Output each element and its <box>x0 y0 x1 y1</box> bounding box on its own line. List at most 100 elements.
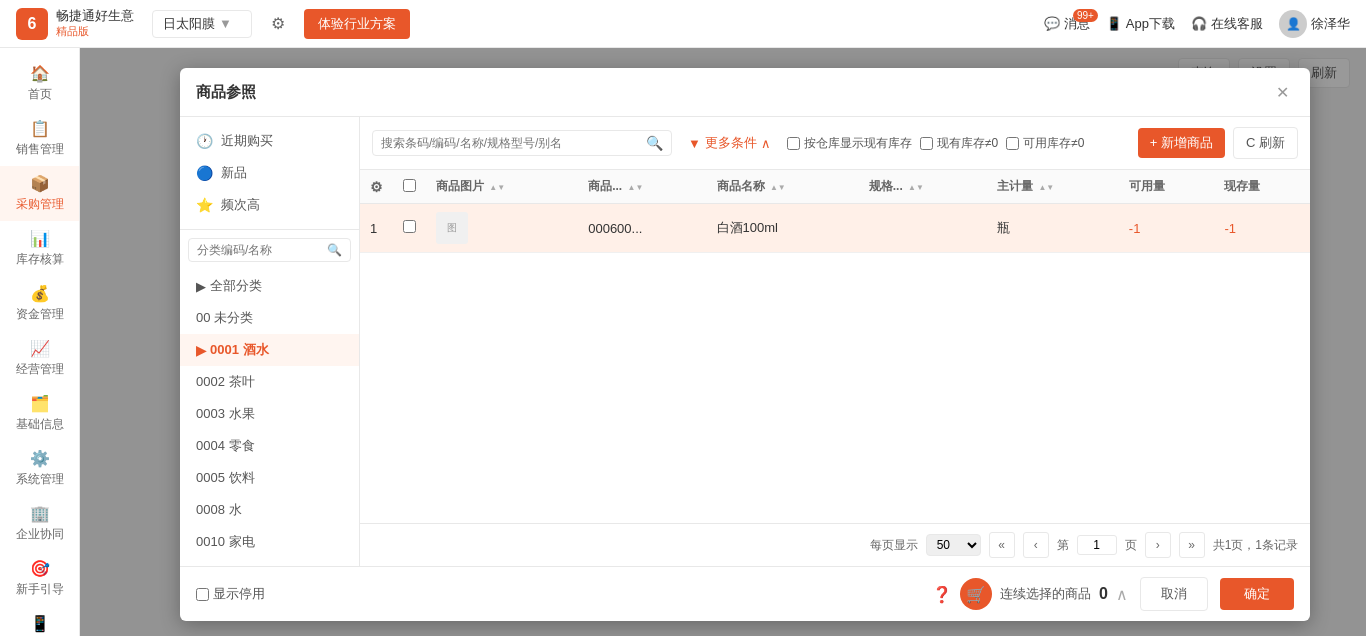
category-0010[interactable]: 0010 家电 <box>180 526 359 558</box>
operations-icon: 📈 <box>30 339 50 358</box>
sidebar-label-sales: 销售管理 <box>16 141 64 158</box>
product-thumbnail: 图 <box>436 212 468 244</box>
confirm-btn[interactable]: 确定 <box>1220 578 1294 610</box>
sidebar-item-guide[interactable]: 🎯 新手引导 <box>0 551 79 606</box>
category-all[interactable]: ▶ 全部分类 <box>180 270 359 302</box>
sidebar-item-appcenter[interactable]: 📱 应用中心 <box>0 606 79 636</box>
help-icon[interactable]: ❓ <box>932 585 952 604</box>
checkbox-available-nonzero[interactable]: 可用库存≠0 <box>1006 135 1084 152</box>
per-page-select[interactable]: 50 100 200 <box>926 534 981 556</box>
sidebar-label-finance: 资金管理 <box>16 306 64 323</box>
main-layout: 🏠 首页 📋 销售管理 📦 采购管理 📊 库存核算 💰 资金管理 📈 经营管理 … <box>0 48 1366 636</box>
page-suffix: 页 <box>1125 537 1137 554</box>
category-0005[interactable]: 0005 饮料 <box>180 462 359 494</box>
category-label: 0005 饮料 <box>196 469 255 487</box>
category-0003[interactable]: 0003 水果 <box>180 398 359 430</box>
category-00[interactable]: 00 未分类 <box>180 302 359 334</box>
category-0002[interactable]: 0002 茶叶 <box>180 366 359 398</box>
checkbox-warehouse[interactable]: 按仓库显示现有库存 <box>787 135 912 152</box>
logo-area: 6 畅捷通好生意 精品版 <box>16 8 136 40</box>
next-page-btn[interactable]: › <box>1145 532 1171 558</box>
store-selector[interactable]: 日太阳膜 ▼ <box>152 10 252 38</box>
inventory-icon: 📊 <box>30 229 50 248</box>
checkbox-available-nonzero-input[interactable] <box>1006 137 1019 150</box>
sidebar-label-purchase: 采购管理 <box>16 196 64 213</box>
modal-close-btn[interactable]: ✕ <box>1270 80 1294 104</box>
refresh-btn[interactable]: C 刷新 <box>1233 127 1298 159</box>
col-stock: 现存量 <box>1214 170 1310 204</box>
settings-icon[interactable]: ⚙ <box>262 8 294 40</box>
search-icon[interactable]: 🔍 <box>646 135 663 151</box>
user-name: 徐泽华 <box>1311 15 1350 33</box>
category-0001[interactable]: ▶ 0001 酒水 <box>180 334 359 366</box>
category-label: 00 未分类 <box>196 309 253 327</box>
sidebar-item-inventory[interactable]: 📊 库存核算 <box>0 221 79 276</box>
sidebar-item-basic[interactable]: 🗂️ 基础信息 <box>0 386 79 441</box>
product-search-input[interactable] <box>381 136 640 150</box>
nav-item-new[interactable]: 🔵 新品 <box>180 157 359 189</box>
checkbox-stock-nonzero-label: 现有库存≠0 <box>937 135 998 152</box>
sidebar-label-inventory: 库存核算 <box>16 251 64 268</box>
checkbox-stock-nonzero-input[interactable] <box>920 137 933 150</box>
show-disabled-checkbox[interactable]: 显示停用 <box>196 585 265 603</box>
settings-col-icon[interactable]: ⚙ <box>370 179 383 195</box>
page-input[interactable] <box>1077 535 1117 555</box>
logo-icon: 6 <box>16 8 48 40</box>
col-settings[interactable]: ⚙ <box>360 170 393 204</box>
sidebar-item-operations[interactable]: 📈 经营管理 <box>0 331 79 386</box>
nav-item-recent[interactable]: 🕐 近期购买 <box>180 125 359 157</box>
online-service-label: 在线客服 <box>1211 15 1263 33</box>
cancel-btn[interactable]: 取消 <box>1140 577 1208 611</box>
col-spec: 规格... ▲▼ <box>859 170 987 204</box>
category-search-input[interactable] <box>197 243 327 257</box>
last-page-btn[interactable]: » <box>1179 532 1205 558</box>
cart-area: ❓ 🛒 连续选择的商品 0 ∧ <box>932 578 1128 610</box>
cart-collapse-icon[interactable]: ∧ <box>1116 585 1128 604</box>
product-table-area: ⚙ 商品图片 ▲▼ <box>360 170 1310 523</box>
user-nav-item[interactable]: 👤 徐泽华 <box>1279 10 1350 38</box>
sidebar-item-home[interactable]: 🏠 首页 <box>0 56 79 111</box>
nav-label-new: 新品 <box>221 164 247 182</box>
sidebar-item-system[interactable]: ⚙️ 系统管理 <box>0 441 79 496</box>
sidebar-label-system: 系统管理 <box>16 471 64 488</box>
nav-item-frequent[interactable]: ⭐ 频次高 <box>180 189 359 221</box>
star-icon: ⭐ <box>196 197 213 213</box>
sidebar-item-purchase[interactable]: 📦 采购管理 <box>0 166 79 221</box>
finance-icon: 💰 <box>30 284 50 303</box>
cart-icon[interactable]: 🛒 <box>960 578 992 610</box>
filter-arrow: ∧ <box>761 136 771 151</box>
sidebar-item-finance[interactable]: 💰 资金管理 <box>0 276 79 331</box>
checkbox-stock-nonzero[interactable]: 现有库存≠0 <box>920 135 998 152</box>
first-page-btn[interactable]: « <box>989 532 1015 558</box>
col-image: 商品图片 ▲▼ <box>426 170 578 204</box>
category-0008[interactable]: 0008 水 <box>180 494 359 526</box>
nav-right: 💬 消息 99+ 📱 App下载 🎧 在线客服 👤 徐泽华 <box>1044 10 1350 38</box>
app-download-label: App下载 <box>1126 15 1175 33</box>
row-stock: -1 <box>1214 204 1310 253</box>
row-select-checkbox[interactable] <box>403 220 416 233</box>
show-disabled-input[interactable] <box>196 588 209 601</box>
online-service-nav-item[interactable]: 🎧 在线客服 <box>1191 15 1263 33</box>
sidebar-item-enterprise[interactable]: 🏢 企业协同 <box>0 496 79 551</box>
category-0004[interactable]: 0004 零食 <box>180 430 359 462</box>
sidebar-item-sales[interactable]: 📋 销售管理 <box>0 111 79 166</box>
experience-btn[interactable]: 体验行业方案 <box>304 9 410 39</box>
row-unit: 瓶 <box>987 204 1119 253</box>
col-checkbox <box>393 170 426 204</box>
table-row[interactable]: 1 图 000600... 白酒100ml <box>360 204 1310 253</box>
select-all-checkbox[interactable] <box>403 179 416 192</box>
sidebar-label-home: 首页 <box>28 86 52 103</box>
category-search-icon[interactable]: 🔍 <box>327 243 342 257</box>
app-download-nav-item[interactable]: 📱 App下载 <box>1106 15 1175 33</box>
sidebar-label-enterprise: 企业协同 <box>16 526 64 543</box>
prev-page-btn[interactable]: ‹ <box>1023 532 1049 558</box>
left-panel-nav: 🕐 近期购买 🔵 新品 ⭐ 频次高 <box>180 125 359 230</box>
nav-label-recent: 近期购买 <box>221 132 273 150</box>
messages-nav-item[interactable]: 💬 消息 99+ <box>1044 15 1090 33</box>
checkbox-warehouse-input[interactable] <box>787 137 800 150</box>
filter-btn[interactable]: ▼ 更多条件 ∧ <box>680 130 779 156</box>
checkbox-available-nonzero-label: 可用库存≠0 <box>1023 135 1084 152</box>
filter-icon: ▼ <box>688 136 701 151</box>
add-product-btn[interactable]: + 新增商品 <box>1138 128 1225 158</box>
category-label: 0004 零食 <box>196 437 255 455</box>
